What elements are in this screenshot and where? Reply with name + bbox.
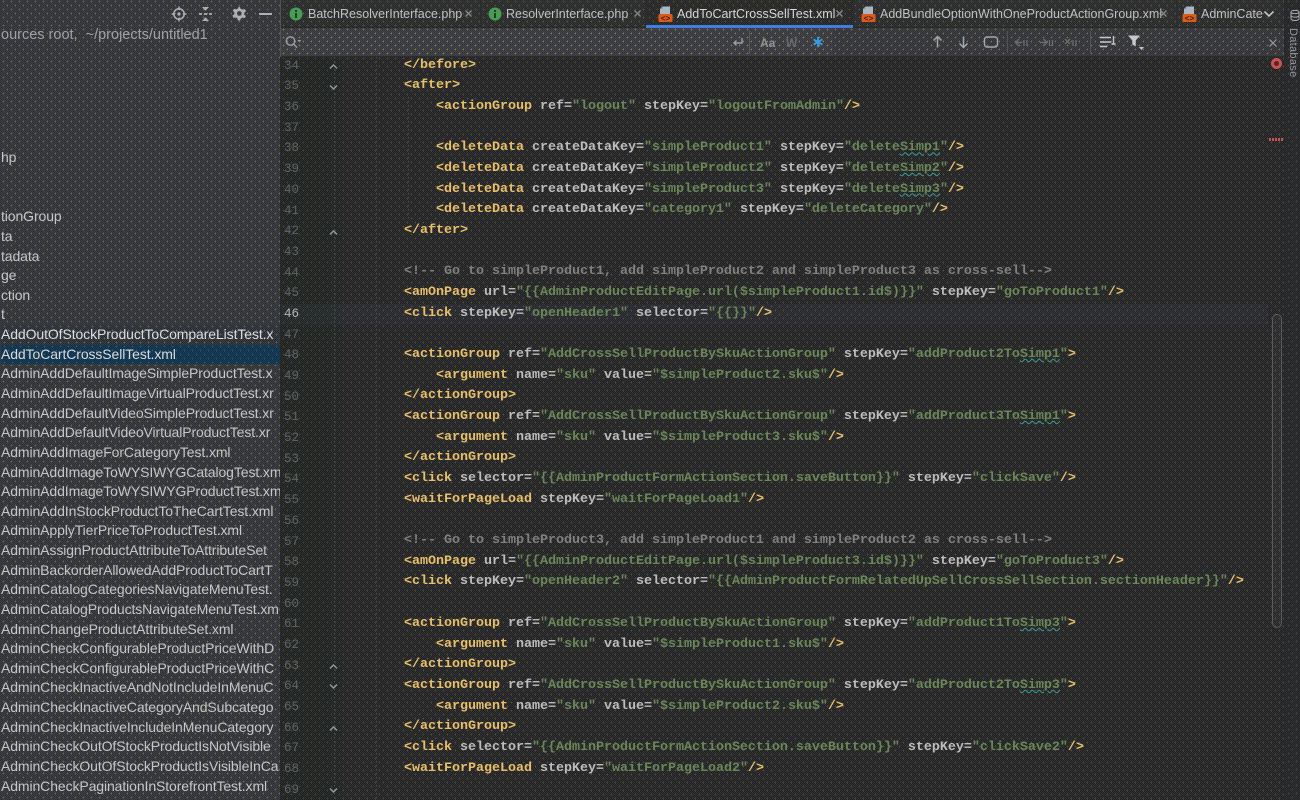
svg-text:<>: <> bbox=[661, 15, 671, 23]
svg-text:<>: <> bbox=[864, 15, 874, 23]
svg-text:<>: <> bbox=[1185, 15, 1195, 23]
